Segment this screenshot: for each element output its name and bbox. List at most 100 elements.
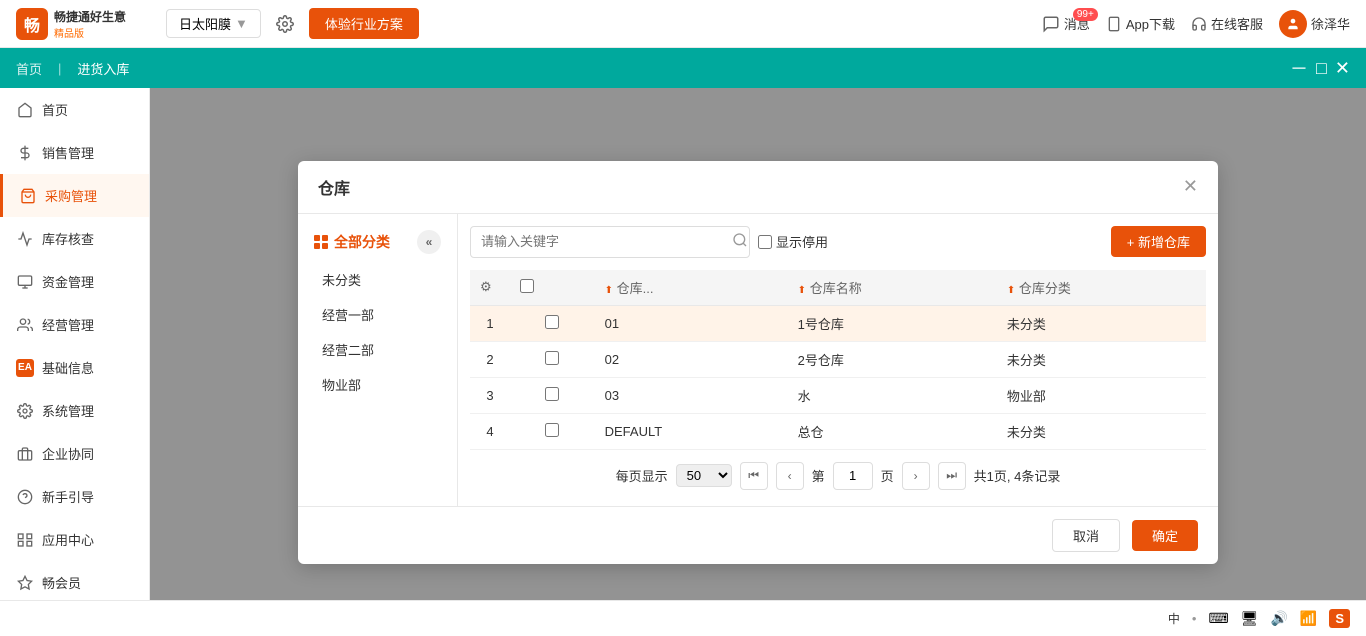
logo-text-block: 畅捷通好生意 精品版 — [54, 8, 126, 40]
per-page-label: 每页显示 — [616, 466, 668, 485]
sidebar-label-sales: 销售管理 — [42, 143, 94, 162]
finance-icon — [16, 273, 34, 291]
table-body: 1 01 1号仓库 未分类 2 02 — [470, 305, 1206, 449]
modal-overlay: 仓库 ✕ 全部分类 « — [150, 88, 1366, 636]
logo: 畅 畅捷通好生意 精品版 — [16, 8, 166, 40]
sales-icon — [16, 144, 34, 162]
bottom-item-zh[interactable]: 中 — [1168, 610, 1180, 627]
sidebar-item-enterprise[interactable]: 企业协同 — [0, 432, 149, 475]
next-page-button[interactable]: › — [902, 462, 930, 490]
minimize-button[interactable]: － — [1290, 55, 1308, 81]
confirm-button[interactable]: 确定 — [1132, 520, 1198, 551]
bottom-item-keyboard[interactable]: ⌨ — [1208, 610, 1228, 627]
store-selector[interactable]: 日太阳膜 ▼ — [166, 9, 261, 38]
sort-icon-category: ⬆ — [1007, 285, 1015, 296]
th-category: ⬆ 仓库分类 — [997, 270, 1206, 306]
row-check-4[interactable] — [510, 413, 595, 449]
maximize-button[interactable]: □ — [1316, 58, 1327, 79]
show-disabled-checkbox[interactable] — [758, 235, 772, 249]
settings-gear-button[interactable] — [269, 8, 301, 40]
th-settings[interactable]: ⚙ — [470, 270, 510, 306]
sidebar-item-info[interactable]: EA 基础信息 — [0, 346, 149, 389]
modal-body: 全部分类 « 未分类 经营一部 经营二部 物业部 — [298, 214, 1218, 506]
cancel-button[interactable]: 取消 — [1052, 519, 1120, 552]
bottom-item-speaker[interactable]: 🔊 — [1270, 610, 1287, 627]
row-index-1: 1 — [470, 305, 510, 341]
sidebar-item-management[interactable]: 经营管理 — [0, 303, 149, 346]
system-icon — [16, 402, 34, 420]
modal-title: 仓库 — [318, 175, 350, 199]
sort-icon-code: ⬆ — [605, 285, 613, 296]
row-check-2[interactable] — [510, 341, 595, 377]
purchase-icon — [19, 187, 37, 205]
user-menu[interactable]: 徐泽华 — [1279, 10, 1350, 38]
sidebar-label-member: 畅会员 — [42, 573, 81, 592]
th-name: ⬆ 仓库名称 — [788, 270, 997, 306]
table-row[interactable]: 2 02 2号仓库 未分类 — [470, 341, 1206, 377]
grid-icon — [314, 235, 328, 249]
sidebar-label-purchase: 采购管理 — [45, 186, 97, 205]
category-collapse-button[interactable]: « — [417, 230, 441, 254]
management-icon — [16, 316, 34, 334]
page-number-input[interactable] — [833, 462, 873, 490]
row-check-1[interactable] — [510, 305, 595, 341]
sidebar-label-inventory: 库存核查 — [42, 229, 94, 248]
col-category-label: 仓库分类 — [1019, 281, 1071, 296]
breadcrumb-home[interactable]: 首页 — [16, 59, 42, 78]
select-all-checkbox[interactable] — [520, 279, 534, 293]
row-category-4: 未分类 — [997, 413, 1206, 449]
trial-button[interactable]: 体验行业方案 — [309, 8, 419, 39]
table-row[interactable]: 3 03 水 物业部 — [470, 377, 1206, 413]
close-window-button[interactable]: ✕ — [1335, 58, 1350, 79]
category-item-dept1[interactable]: 经营一部 — [298, 297, 457, 332]
sidebar-label-apps: 应用中心 — [42, 530, 94, 549]
per-page-select[interactable]: 50 20 100 — [676, 464, 732, 487]
sidebar-item-apps[interactable]: 应用中心 — [0, 518, 149, 561]
row-code-1: 01 — [595, 305, 788, 341]
bottom-item-network[interactable]: 📶 — [1300, 610, 1317, 627]
category-item-property[interactable]: 物业部 — [298, 367, 457, 402]
last-page-button[interactable]: ⏭ — [938, 462, 966, 490]
sidebar-item-finance[interactable]: 资金管理 — [0, 260, 149, 303]
all-categories-header[interactable]: 全部分类 « — [298, 222, 457, 262]
secondbar-actions: － □ ✕ — [1290, 55, 1350, 81]
online-service-button[interactable]: 在线客服 — [1191, 14, 1263, 33]
sidebar-item-home[interactable]: 首页 — [0, 88, 149, 131]
category-label-2: 经营二部 — [322, 343, 374, 358]
row-name-2: 2号仓库 — [788, 341, 997, 377]
info-icon: EA — [16, 359, 34, 377]
row-check-3[interactable] — [510, 377, 595, 413]
table-toolbar: 显示停用 + 新增仓库 — [470, 226, 1206, 258]
sidebar-label-info: 基础信息 — [42, 358, 94, 377]
modal-footer: 取消 确定 — [298, 506, 1218, 564]
show-disabled-label: 显示停用 — [758, 232, 828, 251]
page-suffix: 页 — [881, 466, 894, 485]
sidebar-item-member[interactable]: 畅会员 — [0, 561, 149, 604]
sidebar-item-purchase[interactable]: 采购管理 — [0, 174, 149, 217]
search-input[interactable] — [470, 226, 750, 258]
add-warehouse-button[interactable]: + 新增仓库 — [1111, 226, 1206, 257]
col-name-label: 仓库名称 — [810, 281, 862, 296]
sidebar-item-sales[interactable]: 销售管理 — [0, 131, 149, 174]
all-categories-label: 全部分类 — [334, 232, 390, 252]
first-page-button[interactable]: ⏮ — [740, 462, 768, 490]
prev-page-button[interactable]: ‹ — [776, 462, 804, 490]
row-category-3: 物业部 — [997, 377, 1206, 413]
search-button[interactable] — [732, 232, 748, 251]
guide-icon — [16, 488, 34, 506]
app-download-button[interactable]: App下载 — [1106, 14, 1175, 33]
sidebar-item-system[interactable]: 系统管理 — [0, 389, 149, 432]
modal-close-button[interactable]: ✕ — [1183, 176, 1198, 197]
sidebar-item-guide[interactable]: 新手引导 — [0, 475, 149, 518]
logo-icon: 畅 — [16, 8, 48, 40]
table-row[interactable]: 4 DEFAULT 总仓 未分类 — [470, 413, 1206, 449]
sidebar-label-finance: 资金管理 — [42, 272, 94, 291]
home-icon — [16, 101, 34, 119]
category-item-dept2[interactable]: 经营二部 — [298, 332, 457, 367]
messages-button[interactable]: 消息 99+ — [1042, 14, 1090, 33]
sidebar-item-inventory[interactable]: 库存核查 — [0, 217, 149, 260]
main-content-area: 仓库 ✕ 全部分类 « — [150, 88, 1366, 636]
bottom-item-monitor[interactable]: 🖥 — [1241, 610, 1259, 627]
category-item-unclassified[interactable]: 未分类 — [298, 262, 457, 297]
table-row[interactable]: 1 01 1号仓库 未分类 — [470, 305, 1206, 341]
